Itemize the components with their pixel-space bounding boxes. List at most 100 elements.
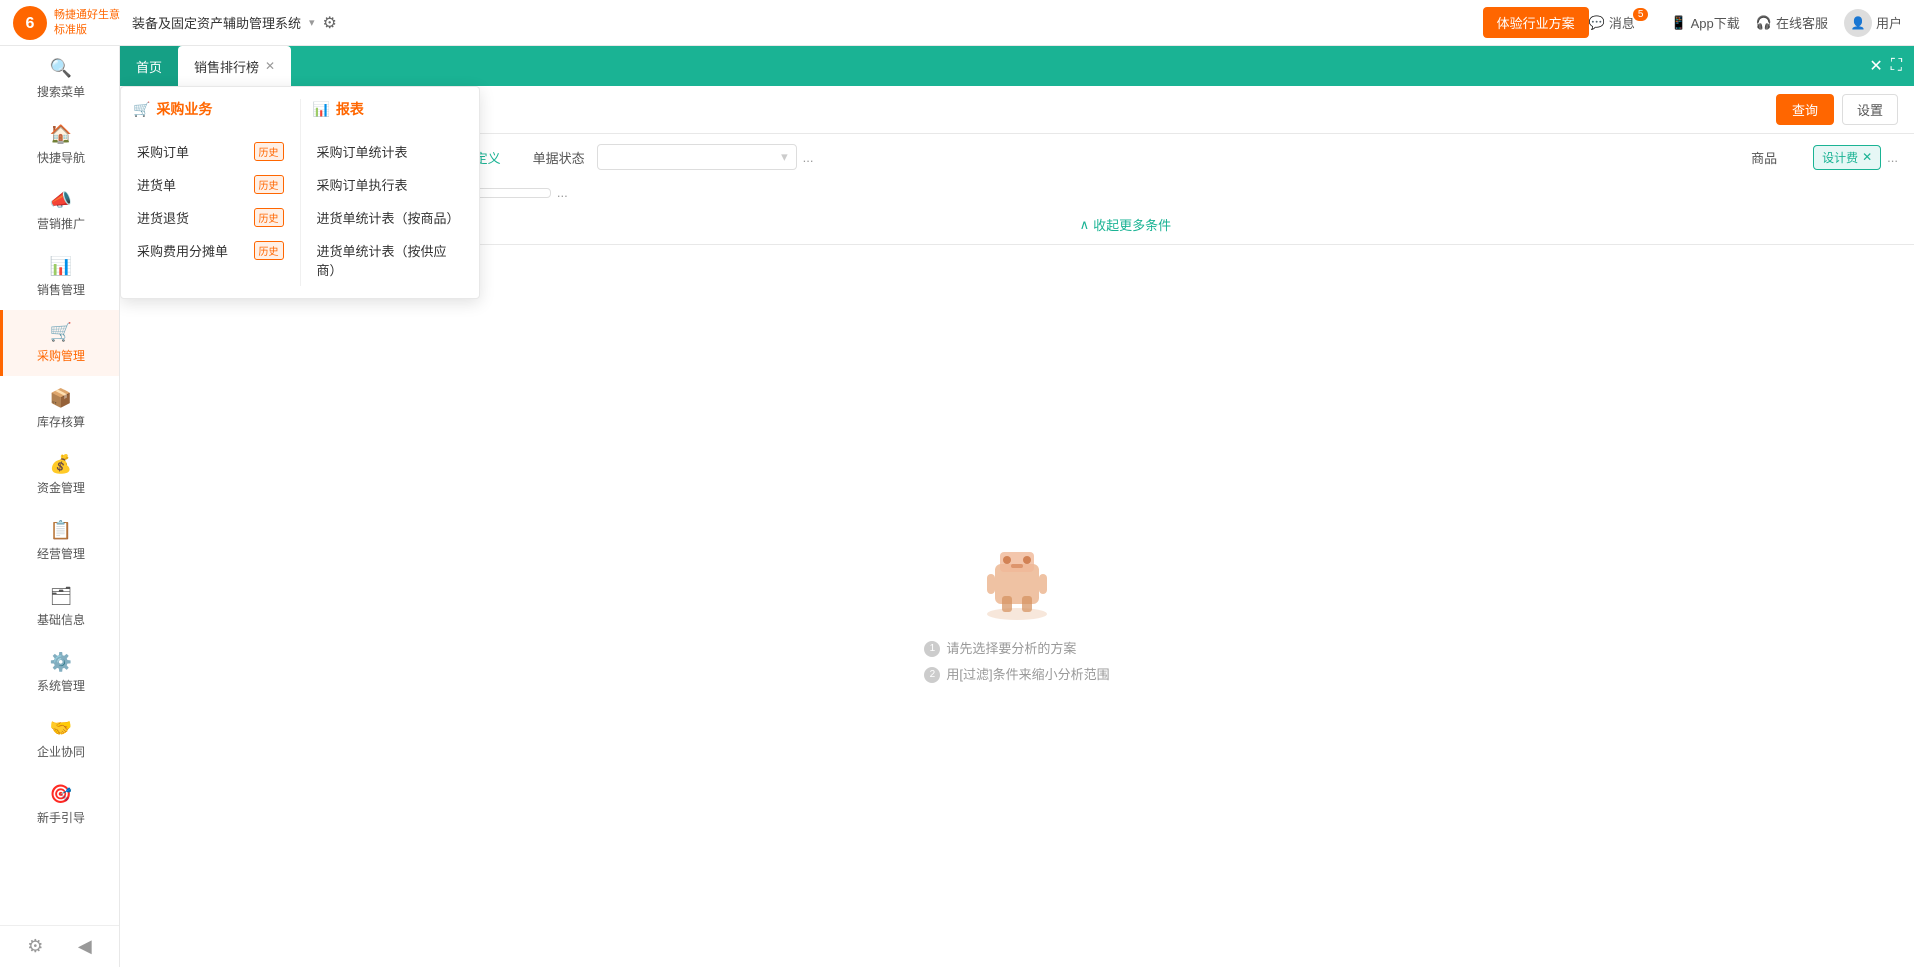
sidebar-item-quick-nav[interactable]: 🏠 快捷导航 [0, 112, 119, 178]
sidebar-item-operation[interactable]: 📋 经营管理 [0, 508, 119, 574]
settings-gear-icon[interactable]: ⚙ [323, 13, 337, 33]
tab-home-label: 首页 [136, 57, 162, 76]
sidebar-item-search[interactable]: 🔍 搜索菜单 [0, 46, 119, 112]
operation-icon: 📋 [50, 520, 72, 541]
app-download-btn[interactable]: 📱 App下载 [1670, 13, 1739, 32]
logo-area: 6 畅捷通好生意 标准版 [12, 5, 132, 41]
system-title-text: 装备及固定资产辅助管理系统 [132, 13, 301, 32]
po-exec-label: 采购订单执行表 [317, 175, 408, 194]
message-badge: 5 [1633, 8, 1649, 21]
tip-text-2: 用[过滤]条件来缩小分析范围 [946, 662, 1109, 688]
goods-return-history: 历史 [254, 208, 284, 227]
dropdown-receipt-stats-supplier[interactable]: 进货单统计表（按供应商） [313, 234, 468, 286]
receipt-stats-goods-label: 进货单统计表（按商品） [317, 208, 460, 227]
dropdown-goods-return[interactable]: 进货退货 历史 [133, 201, 288, 234]
empty-tip-1: 1 请先选择要分析的方案 [924, 636, 1109, 662]
goods-tag[interactable]: 设计费 ✕ [1813, 145, 1881, 170]
tab-close-all-icon[interactable]: ✕ [1869, 56, 1882, 76]
message-btn[interactable]: 💬 消息 5 [1589, 13, 1655, 32]
sidebar-label-marketing: 营销推广 [37, 215, 85, 232]
top-header: 6 畅捷通好生意 标准版 装备及固定资产辅助管理系统 ▾ ⚙ 体验行业方案 💬 … [0, 0, 1914, 46]
po-stats-label: 采购订单统计表 [317, 142, 408, 161]
dropdown-purchase-expense[interactable]: 采购费用分摊单 历史 [133, 234, 288, 267]
receipt-stats-supplier-label: 进货单统计表（按供应商） [317, 241, 464, 279]
empty-tips: 1 请先选择要分析的方案 2 用[过滤]条件来缩小分析范围 [924, 636, 1109, 688]
app-download-label: App下载 [1691, 13, 1740, 32]
dropdown-po-stats[interactable]: 采购订单统计表 [313, 135, 468, 168]
search-icon: 🔍 [50, 58, 72, 79]
message-icon: 💬 [1589, 15, 1605, 31]
goods-tag-label: 设计费 [1822, 149, 1858, 166]
dropdown-columns: 🛒 采购业务 采购订单 历史 进货单 历史 进货退货 历史 [121, 99, 479, 286]
tab-maximize-icon[interactable]: ⛶ [1891, 57, 1902, 75]
dropdown-purchase-order[interactable]: 采购订单 历史 [133, 135, 288, 168]
inventory-icon: 📦 [50, 388, 72, 409]
home-icon: 🏠 [50, 124, 72, 145]
sidebar-item-sales[interactable]: 📊 销售管理 [0, 244, 119, 310]
report-col: 📊 报表 采购订单统计表 采购订单执行表 进货单统计表（按商品） 进货单统计表（… [301, 99, 480, 286]
query-btn[interactable]: 查询 [1776, 94, 1834, 125]
sidebar-label-base-info: 基础信息 [37, 611, 85, 628]
purchase-col-title: 采购业务 [156, 99, 212, 119]
enterprise-icon: 🤝 [50, 718, 72, 739]
content-area: 首页 销售排行榜 ✕ ✕ ⛶ ❓ 帮助 🖨 按模板打印 ▾ 📤 [120, 46, 1914, 967]
dropdown-po-exec[interactable]: 采购订单执行表 [313, 168, 468, 201]
sidebar-item-guide[interactable]: 🎯 新手引导 [0, 772, 119, 838]
sidebar-label-purchase: 采购管理 [37, 347, 85, 364]
online-service-label: 在线客服 [1776, 13, 1828, 32]
salesman-ellipsis[interactable]: ... [557, 185, 568, 200]
sales-icon: 📊 [50, 256, 72, 277]
sidebar-item-system[interactable]: ⚙️ 系统管理 [0, 640, 119, 706]
sidebar-label-capital: 资金管理 [37, 479, 85, 496]
doc-status-selector[interactable]: ▾ [597, 144, 797, 170]
message-label: 消息 [1609, 13, 1635, 32]
sidebar-item-enterprise[interactable]: 🤝 企业协同 [0, 706, 119, 772]
settings-btn[interactable]: 设置 [1842, 94, 1898, 125]
sidebar-label-search: 搜索菜单 [37, 83, 85, 100]
dropdown-goods-receipt[interactable]: 进货单 历史 [133, 168, 288, 201]
sidebar-bottom: ⚙ ◀ [0, 925, 119, 967]
doc-status-ellipsis[interactable]: ... [803, 150, 814, 165]
collapse-btn[interactable]: ∧ 收起更多条件 [1080, 215, 1172, 234]
tab-sales-rank[interactable]: 销售排行榜 ✕ [178, 46, 291, 86]
industry-btn[interactable]: 体验行业方案 [1483, 7, 1589, 38]
report-col-title: 报表 [336, 99, 364, 119]
capital-icon: 💰 [50, 454, 72, 475]
system-title-chevron[interactable]: ▾ [309, 16, 315, 29]
headset-icon: 🎧 [1756, 15, 1772, 31]
logo-text: 畅捷通好生意 标准版 [54, 8, 120, 37]
sidebar-item-inventory[interactable]: 📦 库存核算 [0, 376, 119, 442]
online-service-btn[interactable]: 🎧 在线客服 [1756, 13, 1828, 32]
tab-close-icon[interactable]: ✕ [265, 59, 275, 73]
base-info-icon: 🗂 [50, 586, 73, 607]
report-col-header: 📊 报表 [313, 99, 468, 125]
avatar: 👤 [1844, 9, 1872, 37]
report-col-icon: 📊 [313, 101, 330, 118]
purchase-icon: 🛒 [50, 322, 72, 343]
tip-num-2: 2 [924, 667, 940, 683]
sidebar-label-system: 系统管理 [37, 677, 85, 694]
svg-text:6: 6 [26, 15, 35, 32]
logo-icon: 6 [12, 5, 48, 41]
goods-receipt-history: 历史 [254, 175, 284, 194]
tab-home[interactable]: 首页 [120, 46, 178, 86]
marketing-icon: 📣 [50, 190, 72, 211]
goods-tag-close[interactable]: ✕ [1862, 150, 1872, 164]
sidebar-item-capital[interactable]: 💰 资金管理 [0, 442, 119, 508]
system-icon: ⚙️ [50, 652, 72, 673]
sidebar-item-base-info[interactable]: 🗂 基础信息 [0, 574, 119, 640]
user-btn[interactable]: 👤 用户 [1844, 9, 1902, 37]
empty-illustration [967, 524, 1067, 624]
sidebar-item-marketing[interactable]: 📣 营销推广 [0, 178, 119, 244]
sidebar-item-purchase[interactable]: 🛒 采购管理 [0, 310, 119, 376]
goods-ellipsis[interactable]: ... [1887, 150, 1898, 165]
goods-area: 设计费 ✕ ... [1813, 145, 1898, 170]
sidebar-collapse-icon[interactable]: ◀ [78, 936, 92, 957]
sidebar-label-inventory: 库存核算 [37, 413, 85, 430]
dropdown-receipt-stats-goods[interactable]: 进货单统计表（按商品） [313, 201, 468, 234]
sidebar-settings-icon[interactable]: ⚙ [27, 936, 43, 957]
purchase-col-header: 🛒 采购业务 [133, 99, 288, 125]
purchase-order-label: 采购订单 [137, 142, 189, 161]
tab-sales-rank-label: 销售排行榜 [194, 57, 259, 76]
tab-bar-right: ✕ ⛶ [1869, 56, 1914, 76]
